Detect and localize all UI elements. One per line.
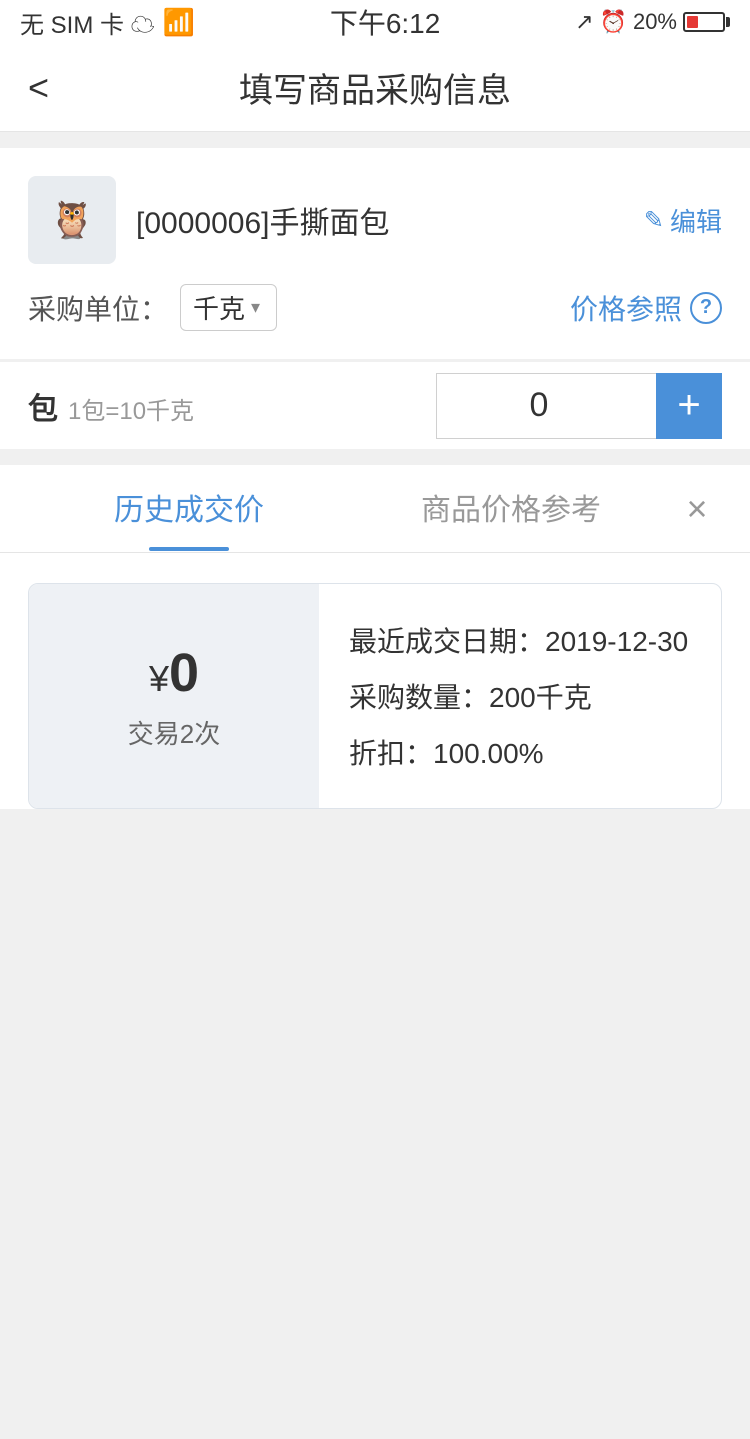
discount-row: 折扣：100.00% bbox=[349, 732, 691, 772]
price-card-right: 最近成交日期：2019-12-30 采购数量：200千克 折扣：100.00% bbox=[319, 584, 721, 808]
unit-row: 采购单位： 千克 ▾ bbox=[28, 284, 277, 331]
price-card-left: ¥0 交易2次 bbox=[29, 584, 319, 808]
product-bottom-row: 采购单位： 千克 ▾ 价格参照 ? bbox=[28, 284, 722, 331]
plus-icon: + bbox=[677, 383, 700, 428]
close-icon: × bbox=[686, 488, 707, 530]
quantity-input[interactable] bbox=[436, 373, 656, 439]
tab-close-button[interactable]: × bbox=[672, 484, 722, 534]
battery-percent: 20% bbox=[633, 9, 677, 35]
discount-label: 折扣： bbox=[349, 738, 433, 769]
alarm-icon: ⏰ bbox=[600, 9, 627, 35]
purchase-qty-row: 采购数量：200千克 bbox=[349, 676, 691, 716]
tab-history-price[interactable]: 历史成交价 bbox=[28, 485, 350, 533]
transaction-count: 交易2次 bbox=[128, 714, 220, 751]
product-thumbnail: 🦉 bbox=[28, 176, 116, 264]
status-right: ↗ ⏰ 20% bbox=[575, 9, 730, 35]
tab-price-ref-label: 商品价格参考 bbox=[421, 494, 601, 527]
discount-value: 100.00% bbox=[433, 738, 544, 769]
chevron-down-icon: ▾ bbox=[251, 297, 260, 318]
edit-button[interactable]: ✎ 编辑 bbox=[644, 202, 722, 239]
price-ref-label: 价格参照 bbox=[570, 288, 682, 328]
page-title: 填写商品采购信息 bbox=[239, 63, 511, 112]
wifi-icon: 📶 bbox=[163, 7, 195, 38]
back-icon: < bbox=[28, 67, 49, 109]
recent-date-value: 2019-12-30 bbox=[545, 626, 688, 657]
price-card: ¥0 交易2次 最近成交日期：2019-12-30 采购数量：200千克 折扣：… bbox=[28, 583, 722, 809]
unit-select[interactable]: 千克 ▾ bbox=[180, 284, 277, 331]
status-left: 无 SIM 卡 ☁ 📶 bbox=[20, 5, 195, 40]
quantity-section: 包 1包=10千克 + bbox=[0, 361, 750, 449]
tab-section: 历史成交价 商品价格参考 × ¥0 交易2次 最近成交日期：2019-12-30… bbox=[0, 465, 750, 809]
product-top-row: 🦉 [0000006]手撕面包 ✎ 编辑 bbox=[28, 176, 722, 264]
tab-history-label: 历史成交价 bbox=[114, 494, 264, 527]
price-reference-button[interactable]: 价格参照 ? bbox=[570, 288, 722, 328]
unit-bao: 包 bbox=[28, 384, 58, 428]
status-time: 下午6:12 bbox=[330, 2, 441, 42]
purchase-qty-value: 200千克 bbox=[489, 682, 592, 713]
sim-label: 无 SIM 卡 ☁ bbox=[20, 5, 155, 40]
nav-header: < 填写商品采购信息 bbox=[0, 44, 750, 132]
recent-date-label: 最近成交日期： bbox=[349, 626, 545, 657]
price-amount: ¥0 bbox=[149, 642, 199, 704]
recent-date-row: 最近成交日期：2019-12-30 bbox=[349, 620, 691, 660]
quantity-control: + bbox=[436, 373, 722, 439]
currency-symbol: ¥ bbox=[149, 658, 169, 699]
help-icon: ? bbox=[690, 292, 722, 324]
status-bar: 无 SIM 卡 ☁ 📶 下午6:12 ↗ ⏰ 20% bbox=[0, 0, 750, 44]
navigation-icon: ↗ bbox=[575, 9, 593, 35]
edit-label: 编辑 bbox=[670, 202, 722, 239]
product-logo-icon: 🦉 bbox=[50, 199, 95, 241]
unit-value: 千克 bbox=[193, 289, 245, 326]
unit-label: 采购单位： bbox=[28, 288, 168, 328]
tab-bar: 历史成交价 商品价格参考 × bbox=[0, 465, 750, 553]
product-left: 🦉 [0000006]手撕面包 bbox=[28, 176, 389, 264]
battery-icon bbox=[683, 12, 730, 32]
purchase-qty-label: 采购数量： bbox=[349, 682, 489, 713]
bottom-area bbox=[0, 839, 750, 1439]
tab-price-reference[interactable]: 商品价格参考 bbox=[350, 485, 672, 533]
quantity-plus-button[interactable]: + bbox=[656, 373, 722, 439]
quantity-label: 包 1包=10千克 bbox=[28, 384, 194, 428]
unit-conversion: 1包=10千克 bbox=[68, 391, 194, 426]
product-name: [0000006]手撕面包 bbox=[136, 198, 389, 242]
product-card: 🦉 [0000006]手撕面包 ✎ 编辑 采购单位： 千克 ▾ 价格参照 ? bbox=[0, 148, 750, 359]
edit-icon: ✎ bbox=[644, 206, 664, 235]
price-value: 0 bbox=[169, 643, 199, 703]
back-button[interactable]: < bbox=[28, 67, 49, 109]
